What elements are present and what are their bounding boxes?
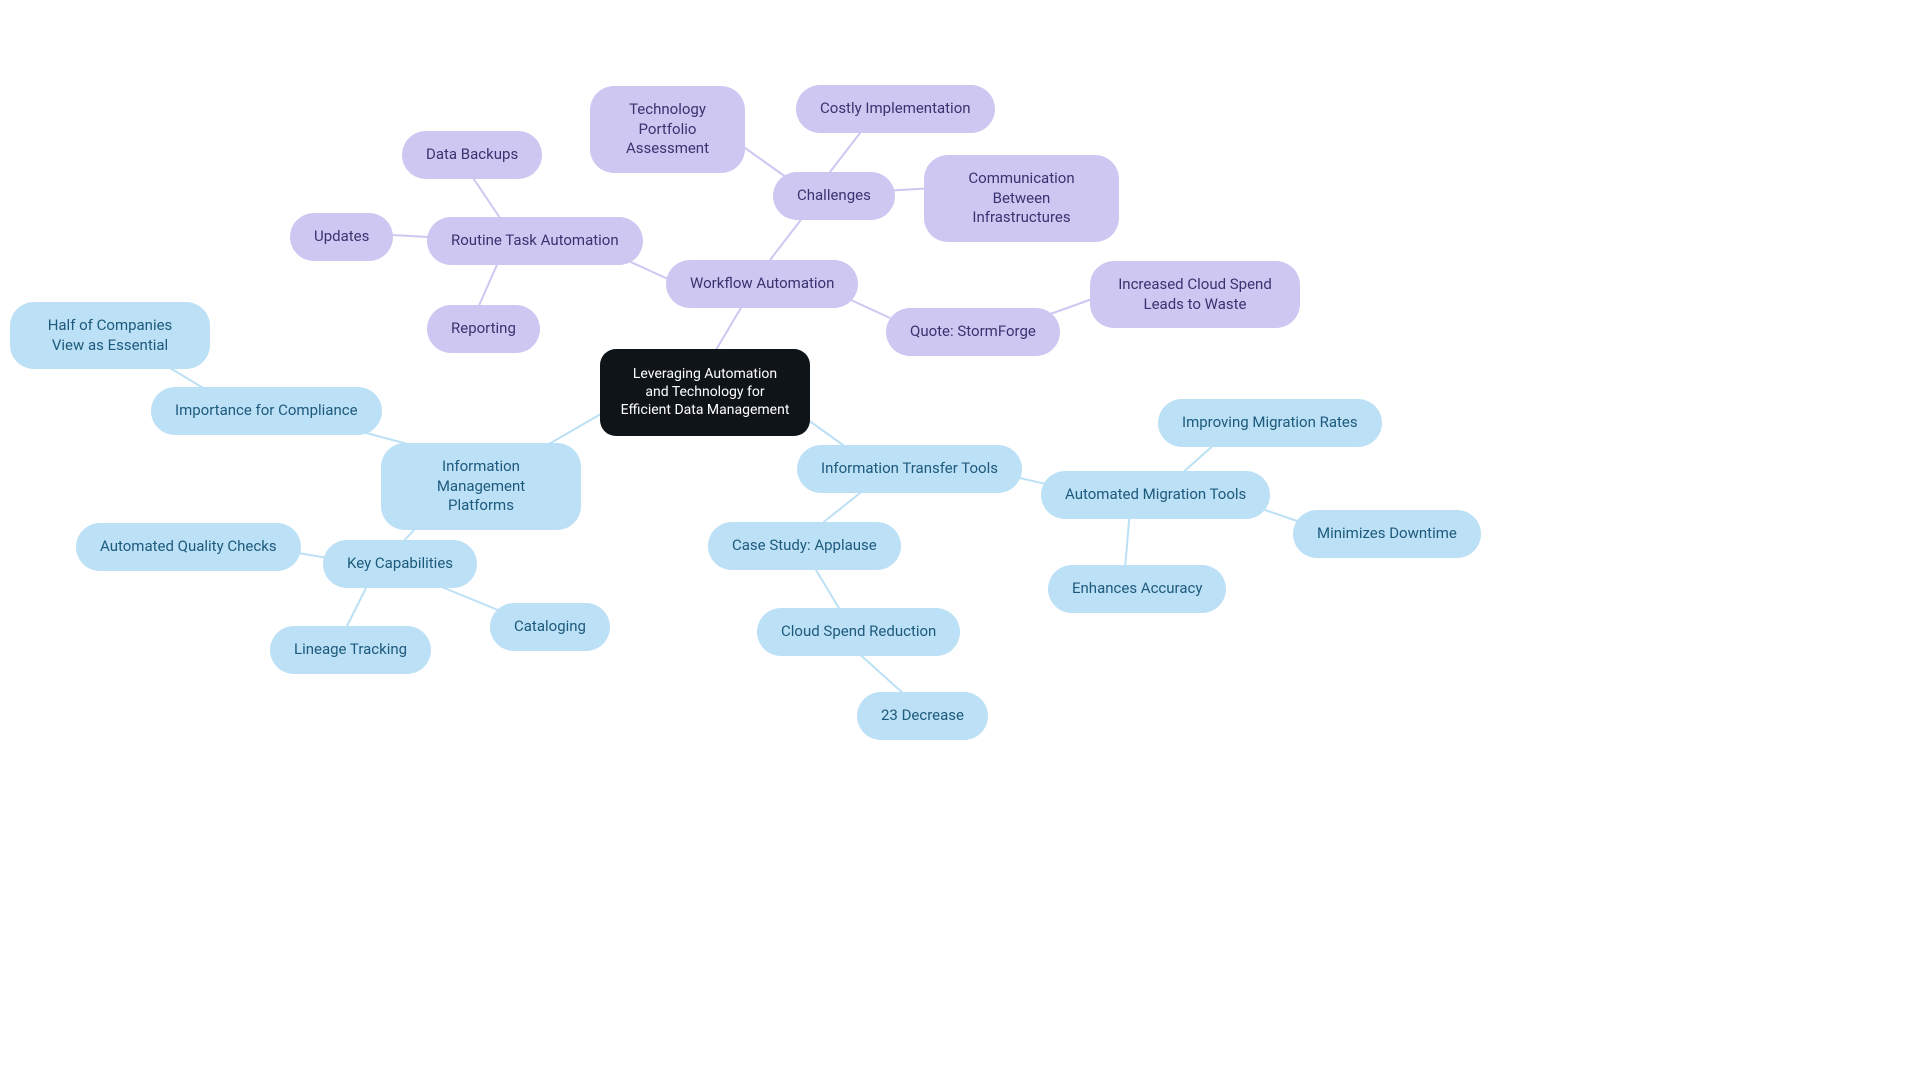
node-comm-infra[interactable]: Communication Between Infrastructures (924, 155, 1119, 242)
node-improving-migration[interactable]: Improving Migration Rates (1158, 399, 1382, 447)
node-cloud-spend-reduction[interactable]: Cloud Spend Reduction (757, 608, 960, 656)
node-challenges[interactable]: Challenges (773, 172, 895, 220)
node-minimizes-downtime[interactable]: Minimizes Downtime (1293, 510, 1481, 558)
node-cataloging[interactable]: Cataloging (490, 603, 610, 651)
node-cloud-waste[interactable]: Increased Cloud Spend Leads to Waste (1090, 261, 1300, 328)
node-lineage[interactable]: Lineage Tracking (270, 626, 431, 674)
node-auto-quality[interactable]: Automated Quality Checks (76, 523, 301, 571)
node-tech-portfolio[interactable]: Technology Portfolio Assessment (590, 86, 745, 173)
node-costly-impl[interactable]: Costly Implementation (796, 85, 995, 133)
node-reporting[interactable]: Reporting (427, 305, 540, 353)
node-key-capabilities[interactable]: Key Capabilities (323, 540, 477, 588)
node-stormforge[interactable]: Quote: StormForge (886, 308, 1060, 356)
node-importance-compliance[interactable]: Importance for Compliance (151, 387, 382, 435)
node-automated-migration[interactable]: Automated Migration Tools (1041, 471, 1270, 519)
node-updates[interactable]: Updates (290, 213, 393, 261)
node-case-applause[interactable]: Case Study: Applause (708, 522, 901, 570)
node-workflow-automation[interactable]: Workflow Automation (666, 260, 858, 308)
node-data-backups[interactable]: Data Backups (402, 131, 542, 179)
node-enhances-accuracy[interactable]: Enhances Accuracy (1048, 565, 1226, 613)
node-half-companies[interactable]: Half of Companies View as Essential (10, 302, 210, 369)
node-info-transfer[interactable]: Information Transfer Tools (797, 445, 1022, 493)
root-node[interactable]: Leveraging Automation and Technology for… (600, 349, 810, 436)
node-routine-task[interactable]: Routine Task Automation (427, 217, 643, 265)
node-info-mgmt[interactable]: Information Management Platforms (381, 443, 581, 530)
node-decrease-23[interactable]: 23 Decrease (857, 692, 988, 740)
